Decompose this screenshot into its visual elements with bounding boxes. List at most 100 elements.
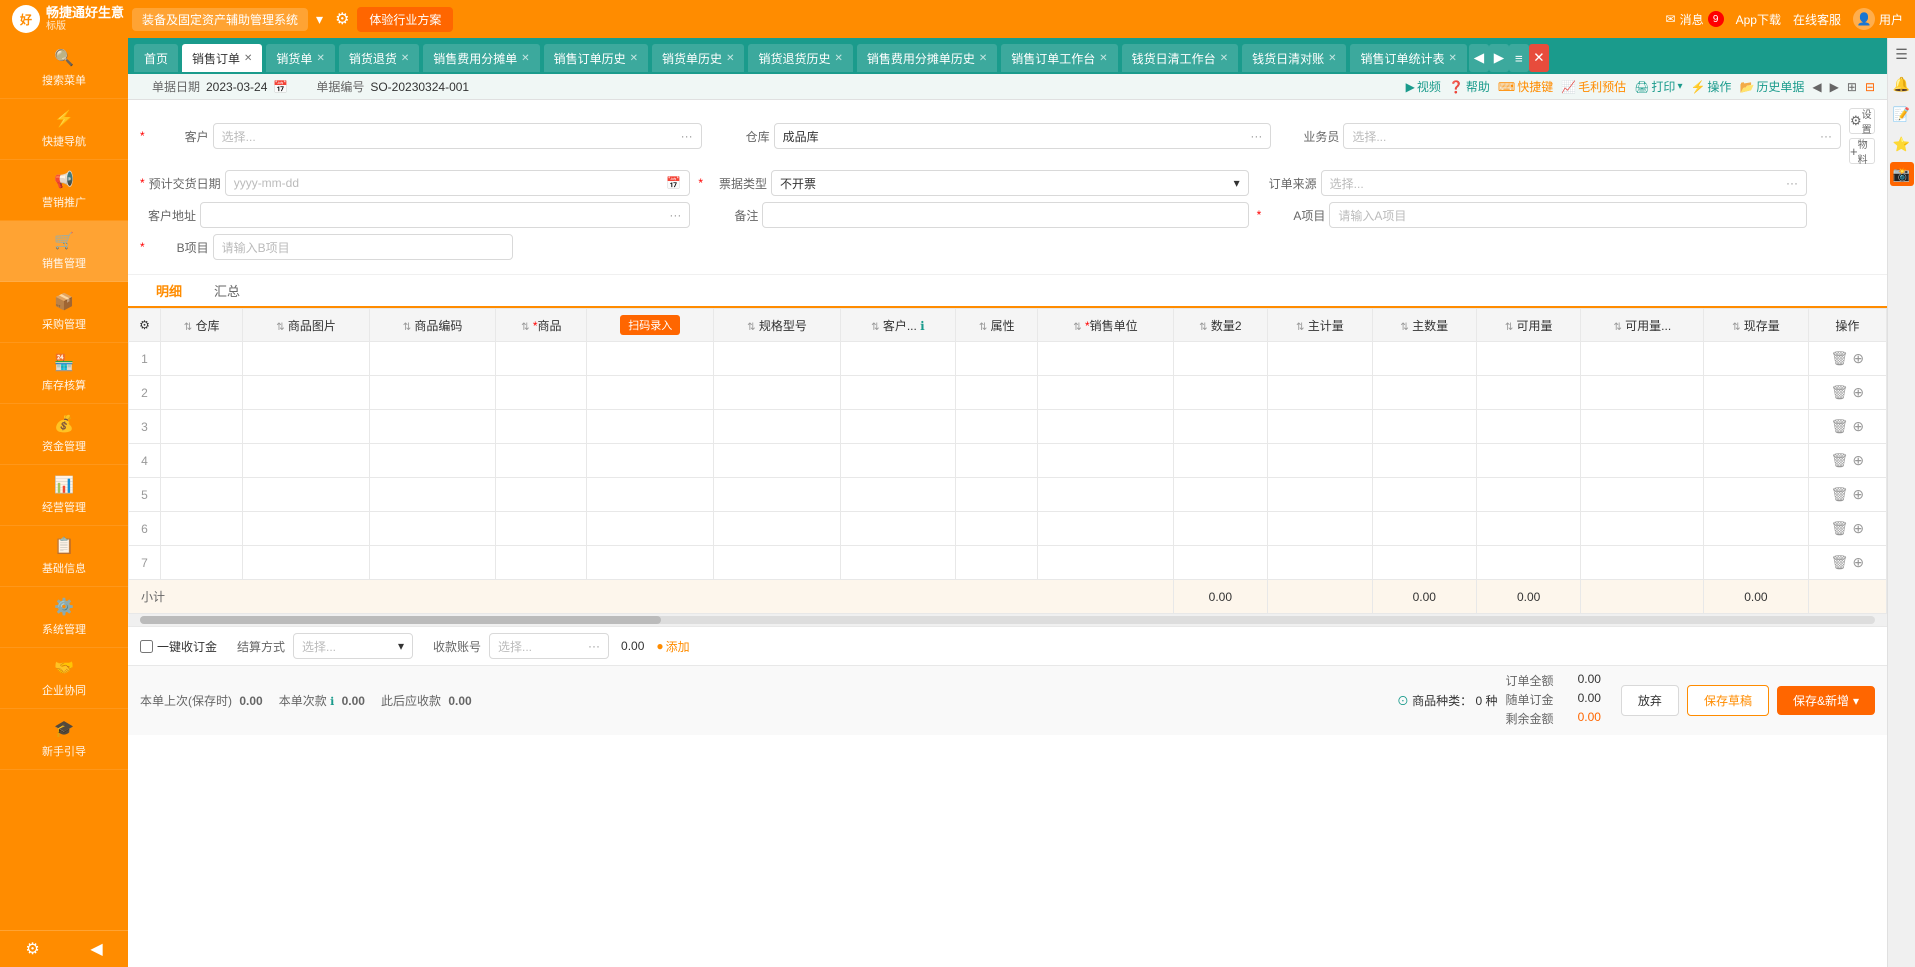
form-view-icon[interactable]: ⊟	[1865, 80, 1875, 94]
user-menu[interactable]: 👤 用户	[1853, 8, 1903, 30]
tab-order-stats-close[interactable]: ✕	[1449, 53, 1457, 64]
row-7-copy-btn[interactable]: ⊕	[1852, 554, 1864, 571]
row-1-code[interactable]	[369, 342, 496, 376]
sidebar-item-system[interactable]: ⚙️ 系统管理	[0, 587, 128, 648]
right-panel-bell-btn[interactable]: 🔔	[1890, 72, 1914, 96]
message-btn[interactable]: ✉ 消息 9	[1666, 11, 1724, 28]
sidebar-item-quicknav[interactable]: ⚡ 快捷导航	[0, 99, 128, 160]
tab-order-stats[interactable]: 销售订单统计表 ✕	[1350, 44, 1466, 72]
tab-return-history[interactable]: 销货退货历史 ✕	[748, 44, 852, 72]
app-download-btn[interactable]: App下载	[1736, 11, 1781, 28]
scan-btn[interactable]: 扫码录入	[620, 315, 680, 335]
shortcut-link[interactable]: ⌨ 快捷键	[1498, 78, 1553, 95]
online-support-btn[interactable]: 在线客服	[1793, 11, 1841, 28]
row-1-warehouse[interactable]	[161, 342, 243, 376]
tab-order-workbench-close[interactable]: ✕	[1099, 53, 1107, 64]
settings-form-btn[interactable]: ⚙ 设置	[1849, 108, 1875, 134]
row-1-unit[interactable]	[1038, 342, 1173, 376]
salesperson-input[interactable]: 选择... ···	[1343, 123, 1841, 149]
sidebar-item-inventory[interactable]: 🏪 库存核算	[0, 343, 128, 404]
current-debt-info[interactable]: ℹ	[330, 696, 334, 708]
invoice-type-select[interactable]: 不开票 ▾	[771, 170, 1249, 196]
tab-sales-goods[interactable]: 销货单 ✕	[266, 44, 334, 72]
tab-sales-order[interactable]: 销售订单 ✕	[182, 44, 262, 72]
trial-btn[interactable]: 体验行业方案	[357, 7, 453, 32]
row-1-spec[interactable]	[714, 342, 841, 376]
order-source-input[interactable]: 选择... ···	[1321, 170, 1807, 196]
col-scan[interactable]: 扫码录入	[587, 309, 714, 342]
sidebar-item-purchase[interactable]: 📦 采购管理	[0, 282, 128, 343]
next-record-icon[interactable]: ▶	[1830, 80, 1839, 94]
tab-expand-btn[interactable]: ≡	[1509, 44, 1529, 72]
tab-sales-return[interactable]: 销货退货 ✕	[339, 44, 419, 72]
sidebar-collapse-icon[interactable]: ◀	[90, 939, 102, 959]
row-3-delete-btn[interactable]: 🗑	[1831, 418, 1849, 435]
tab-daily-workbench-close[interactable]: ✕	[1220, 53, 1228, 64]
row-3-copy-btn[interactable]: ⊕	[1852, 418, 1864, 435]
tab-detail[interactable]: 明细	[140, 275, 198, 308]
one-key-collect-label[interactable]: 一键收订金	[140, 638, 217, 655]
tab-goods-history[interactable]: 销货单历史 ✕	[652, 44, 744, 72]
save-new-dropdown-icon[interactable]: ▾	[1853, 694, 1859, 708]
tab-sales-expense-close[interactable]: ✕	[521, 53, 529, 64]
row-2-delete-btn[interactable]: 🗑	[1831, 384, 1849, 401]
b-project-input[interactable]: 请输入B项目	[213, 234, 513, 260]
row-1-main-qty[interactable]	[1372, 342, 1476, 376]
print-link[interactable]: 🖨 打印 ▾	[1634, 78, 1682, 95]
tab-sales-order-close[interactable]: ✕	[244, 53, 252, 64]
row-1-copy-btn[interactable]: ⊕	[1852, 350, 1864, 367]
row-2-copy-btn[interactable]: ⊕	[1852, 384, 1864, 401]
system-dropdown-icon[interactable]: ▾	[316, 11, 323, 28]
history-link[interactable]: 📂 历史单据	[1739, 78, 1804, 95]
row-5-copy-btn[interactable]: ⊕	[1852, 486, 1864, 503]
tab-daily-reconcile[interactable]: 钱货日清对账 ✕	[1242, 44, 1346, 72]
row-1-qty2[interactable]	[1173, 342, 1268, 376]
tab-daily-workbench[interactable]: 钱货日清工作台 ✕	[1122, 44, 1238, 72]
col-gear[interactable]: ⚙	[129, 309, 161, 342]
tab-return-history-close[interactable]: ✕	[834, 53, 842, 64]
sidebar-item-search[interactable]: 🔍 搜索菜单	[0, 38, 128, 99]
a-project-input[interactable]: 请输入A项目	[1329, 202, 1807, 228]
sidebar-item-collab[interactable]: 🤝 企业协同	[0, 648, 128, 709]
sidebar-item-finance[interactable]: 💰 资金管理	[0, 404, 128, 465]
tab-expense-history-close[interactable]: ✕	[979, 53, 987, 64]
tab-prev-btn[interactable]: ◀	[1469, 44, 1489, 72]
row-1-delete-btn[interactable]: 🗑	[1831, 350, 1849, 367]
tab-next-btn[interactable]: ▶	[1489, 44, 1509, 72]
row-7-delete-btn[interactable]: 🗑	[1831, 554, 1849, 571]
save-new-btn[interactable]: 保存&新增 ▾	[1777, 686, 1875, 715]
row-5-delete-btn[interactable]: 🗑	[1831, 486, 1849, 503]
profit-link[interactable]: 📈 毛利预估	[1561, 78, 1626, 95]
tab-sales-expense[interactable]: 销售费用分摊单 ✕	[423, 44, 539, 72]
operate-link[interactable]: ⚡ 操作	[1690, 78, 1731, 95]
right-panel-note-btn[interactable]: 📝	[1890, 102, 1914, 126]
scroll-bar-area[interactable]	[128, 614, 1887, 626]
payment-method-select[interactable]: 选择... ▾	[293, 633, 413, 659]
tab-home[interactable]: 首页	[134, 44, 178, 72]
add-link[interactable]: ● 添加	[656, 638, 689, 655]
row-4-copy-btn[interactable]: ⊕	[1852, 452, 1864, 469]
right-panel-menu-btn[interactable]: ☰	[1890, 42, 1914, 66]
customer-address-input[interactable]: ···	[200, 202, 690, 228]
scroll-thumb[interactable]	[140, 616, 661, 624]
delivery-date-input[interactable]: yyyy-mm-dd 📅	[225, 170, 691, 196]
sidebar-settings-icon[interactable]: ⚙	[25, 939, 39, 959]
system-name[interactable]: 装备及固定资产辅助管理系统	[132, 8, 308, 31]
row-6-copy-btn[interactable]: ⊕	[1852, 520, 1864, 537]
account-input[interactable]: 选择... ···	[489, 633, 609, 659]
tab-order-workbench[interactable]: 销售订单工作台 ✕	[1001, 44, 1117, 72]
customer-input[interactable]: 选择... ···	[213, 123, 702, 149]
prev-record-icon[interactable]: ◀	[1812, 80, 1821, 94]
sidebar-item-marketing[interactable]: 📢 营销推广	[0, 160, 128, 221]
sidebar-item-base[interactable]: 📋 基础信息	[0, 526, 128, 587]
save-draft-btn[interactable]: 保存草稿	[1687, 685, 1769, 716]
row-4-delete-btn[interactable]: 🗑	[1831, 452, 1849, 469]
tab-sales-goods-close[interactable]: ✕	[316, 53, 324, 64]
row-1-customer-code[interactable]	[840, 342, 955, 376]
row-1-product[interactable]	[496, 342, 587, 376]
settings-icon[interactable]: ⚙	[335, 9, 349, 29]
tab-close-all-btn[interactable]: ✕	[1529, 44, 1549, 72]
tab-summary[interactable]: 汇总	[198, 275, 256, 306]
row-6-delete-btn[interactable]: 🗑	[1831, 520, 1849, 537]
sidebar-item-sales[interactable]: 🛒 销售管理	[0, 221, 128, 282]
